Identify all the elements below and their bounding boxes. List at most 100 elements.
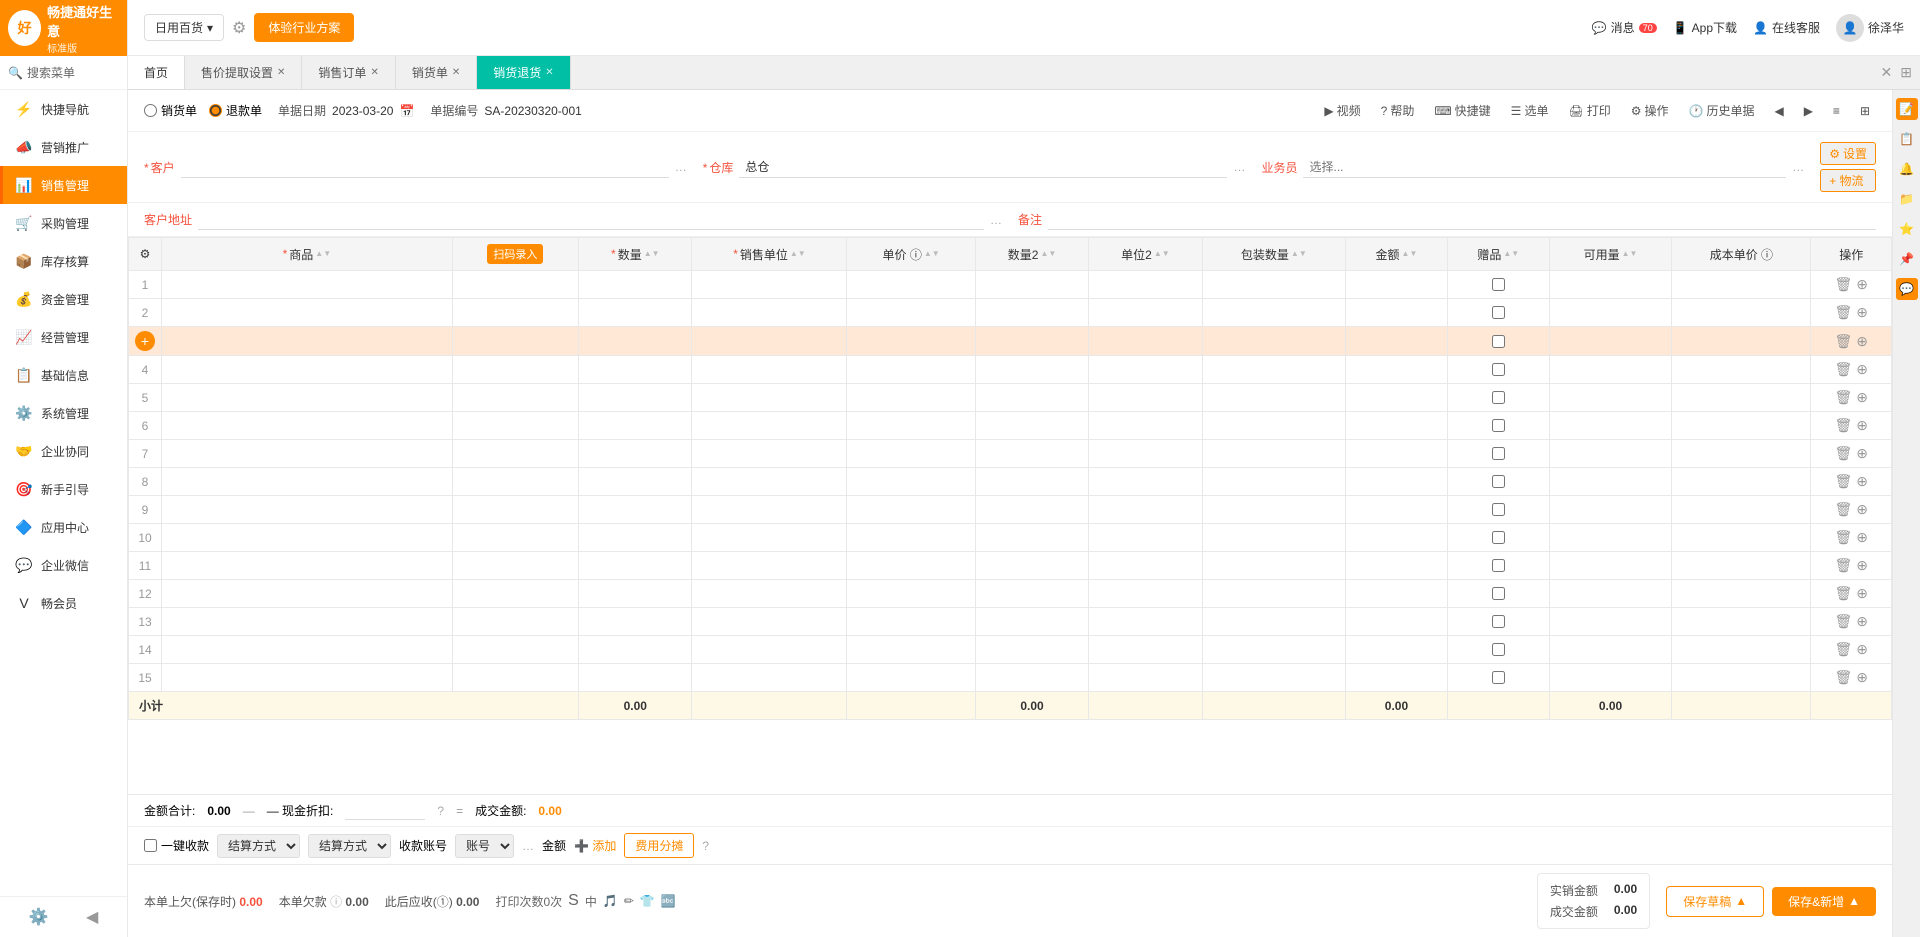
qty2-cell-3[interactable]: [975, 327, 1088, 356]
expand-tabs-btn[interactable]: ⊞: [1900, 64, 1912, 81]
pkg-cell-2[interactable]: [1202, 299, 1345, 327]
pkg-cell-3[interactable]: [1202, 327, 1345, 356]
list-view-btn[interactable]: ≡: [1827, 102, 1846, 120]
sort-package-icon[interactable]: ▲▼: [1291, 250, 1307, 258]
scan-input-btn[interactable]: 扫码录入: [487, 244, 543, 264]
sidebar-item-purchase[interactable]: 🛒 采购管理: [0, 204, 127, 242]
one-click-pay-checkbox[interactable]: 一键收款: [144, 837, 209, 854]
sort-amount-icon[interactable]: ▲▼: [1402, 250, 1418, 258]
right-panel-btn-2[interactable]: 📋: [1896, 128, 1918, 150]
copy-row-9-btn[interactable]: ⊕: [1856, 501, 1868, 518]
topbar-settings-icon[interactable]: ⚙: [232, 18, 246, 38]
one-click-pay-input[interactable]: [144, 839, 157, 852]
copy-row-2-btn[interactable]: ⊕: [1856, 304, 1868, 321]
amount-cell-2[interactable]: [1346, 299, 1448, 327]
delete-row-15-btn[interactable]: 🗑: [1834, 669, 1852, 686]
product-cell-1[interactable]: [162, 271, 453, 299]
radio-sales-return[interactable]: 退款单: [209, 102, 262, 119]
gift-cell-1[interactable]: [1447, 271, 1549, 299]
tool-icon-5[interactable]: 🔤: [661, 894, 676, 908]
calculate-method-select[interactable]: 结算方式: [308, 834, 391, 858]
amount-cell-1[interactable]: [1346, 271, 1448, 299]
copy-row-13-btn[interactable]: ⊕: [1856, 613, 1868, 630]
unit2-cell-3[interactable]: [1089, 327, 1202, 356]
copy-row-5-btn[interactable]: ⊕: [1856, 389, 1868, 406]
close-all-tabs-btn[interactable]: ✕: [1881, 64, 1893, 81]
gift-checkbox-5[interactable]: [1492, 391, 1505, 404]
sidebar-item-wechat[interactable]: 💬 企业微信: [0, 546, 127, 584]
cost-price-cell-2[interactable]: [1672, 299, 1811, 327]
delete-row-13-btn[interactable]: 🗑: [1834, 613, 1852, 630]
sidebar-collapse-btn[interactable]: ◀: [86, 907, 98, 927]
product-cell-2[interactable]: [162, 299, 453, 327]
sort-available-icon[interactable]: ▲▼: [1622, 250, 1638, 258]
qty-cell-2[interactable]: [579, 299, 692, 327]
gift-checkbox-9[interactable]: [1492, 503, 1505, 516]
delete-row-10-btn[interactable]: 🗑: [1834, 529, 1852, 546]
settlement-method-select[interactable]: 结算方式: [217, 834, 300, 858]
sort-product-icon[interactable]: ▲▼: [315, 250, 331, 258]
print-btn[interactable]: 🖨 打印: [1562, 100, 1616, 121]
qty2-cell-1[interactable]: [975, 271, 1088, 299]
save-draft-btn[interactable]: 保存草稿 ▲: [1666, 886, 1764, 917]
operation-btn[interactable]: ⚙ 操作: [1625, 100, 1675, 121]
customer-picker-btn[interactable]: …: [675, 160, 687, 174]
delete-row-14-btn[interactable]: 🗑: [1834, 641, 1852, 658]
address-picker-btn[interactable]: …: [990, 213, 1002, 227]
copy-row-11-btn[interactable]: ⊕: [1856, 557, 1868, 574]
tab-sales-order[interactable]: 销售订单 ✕: [302, 56, 395, 89]
delete-row-5-btn[interactable]: 🗑: [1834, 389, 1852, 406]
copy-row-12-btn[interactable]: ⊕: [1856, 585, 1868, 602]
prev-record-btn[interactable]: ◀: [1768, 102, 1789, 120]
address-input[interactable]: [198, 209, 984, 230]
qty-cell-3[interactable]: [579, 327, 692, 356]
sidebar-item-inventory[interactable]: 📦 库存核算: [0, 242, 127, 280]
add-row-cell[interactable]: +: [129, 327, 162, 356]
th-settings[interactable]: ⚙: [129, 238, 162, 271]
sidebar-search[interactable]: 🔍 搜索菜单: [0, 56, 127, 90]
staff-picker-btn[interactable]: …: [1792, 160, 1804, 174]
column-settings-btn[interactable]: ⚙: [137, 247, 153, 261]
qty2-cell-2[interactable]: [975, 299, 1088, 327]
right-panel-btn-5[interactable]: ⭐: [1896, 218, 1918, 240]
tab-price-settings[interactable]: 售价提取设置 ✕: [185, 56, 302, 89]
radio-sales-delivery[interactable]: 销货单: [144, 102, 197, 119]
unit2-cell-2[interactable]: [1089, 299, 1202, 327]
gift-checkbox-4[interactable]: [1492, 363, 1505, 376]
delete-row-6-btn[interactable]: 🗑: [1834, 417, 1852, 434]
settings-btn[interactable]: ⚙ 设置: [1820, 142, 1876, 165]
sidebar-item-member[interactable]: V 畅会员: [0, 584, 127, 622]
copy-row-3-btn[interactable]: ⊕: [1856, 333, 1868, 350]
tab-price-settings-close[interactable]: ✕: [277, 67, 285, 78]
sidebar-item-sales[interactable]: 📊 销售管理: [0, 166, 127, 204]
product-input-3[interactable]: [168, 334, 446, 348]
gift-checkbox-2[interactable]: [1492, 306, 1505, 319]
delete-row-8-btn[interactable]: 🗑: [1834, 473, 1852, 490]
industry-selector[interactable]: 日用百货 ▾: [144, 14, 224, 41]
tab-sales-delivery[interactable]: 销货单 ✕: [396, 56, 477, 89]
sidebar-item-guide[interactable]: 🎯 新手引导: [0, 470, 127, 508]
select-btn[interactable]: ☰ 选单: [1505, 100, 1555, 121]
gift-cell-2[interactable]: [1447, 299, 1549, 327]
remark-input[interactable]: [1048, 209, 1876, 230]
customer-input[interactable]: [181, 157, 669, 178]
gift-checkbox-14[interactable]: [1492, 643, 1505, 656]
sort-quantity-icon[interactable]: ▲▼: [644, 250, 660, 258]
warehouse-picker-btn[interactable]: …: [1233, 160, 1245, 174]
help-btn[interactable]: ? 帮助: [1375, 100, 1421, 121]
price-cell-1[interactable]: [847, 271, 975, 299]
right-panel-btn-6[interactable]: 📌: [1896, 248, 1918, 270]
tool-icon-2[interactable]: 🎵: [603, 894, 618, 908]
product-cell-3[interactable]: [162, 327, 453, 356]
copy-row-4-btn[interactable]: ⊕: [1856, 361, 1868, 378]
staff-input[interactable]: [1303, 157, 1786, 178]
sidebar-item-enterprise[interactable]: 🤝 企业协同: [0, 432, 127, 470]
grid-view-btn[interactable]: ⊞: [1854, 102, 1876, 120]
gift-checkbox-12[interactable]: [1492, 587, 1505, 600]
gift-checkbox-8[interactable]: [1492, 475, 1505, 488]
right-panel-btn-7[interactable]: 💬: [1896, 278, 1918, 300]
sort-unit-icon[interactable]: ▲▼: [790, 250, 806, 258]
tool-icon-4[interactable]: 👕: [640, 894, 655, 908]
gift-checkbox-15[interactable]: [1492, 671, 1505, 684]
tab-sales-delivery-close[interactable]: ✕: [452, 67, 460, 78]
